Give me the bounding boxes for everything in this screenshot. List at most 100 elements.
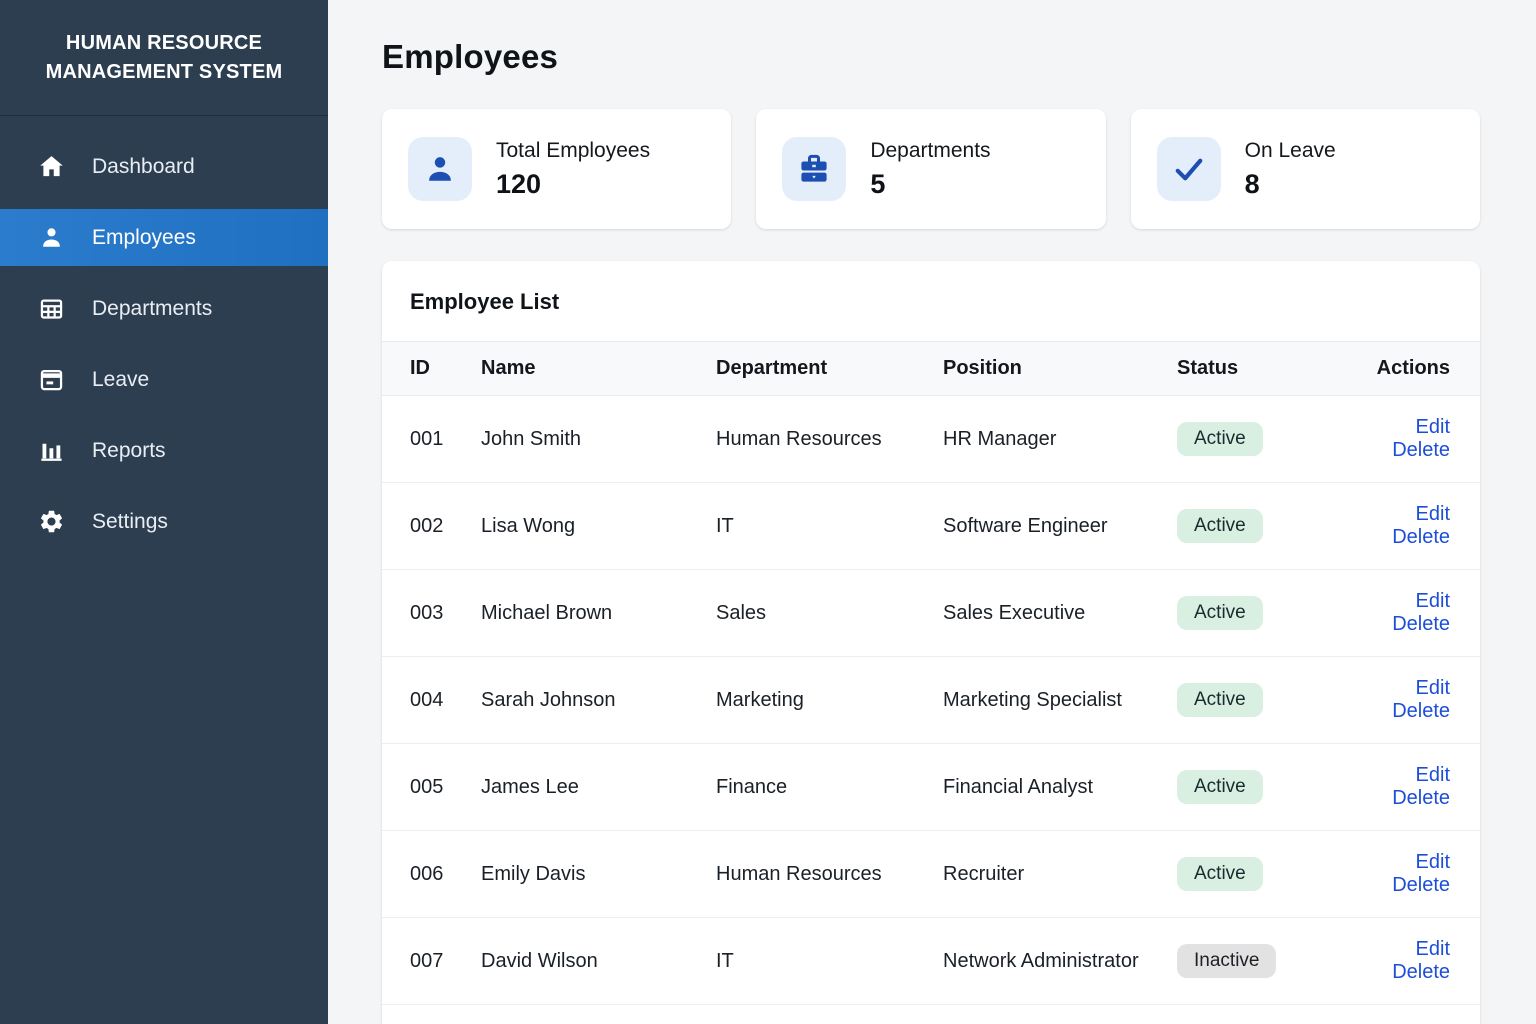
cell-department: Human Resources (716, 395, 943, 483)
delete-link[interactable]: Delete (1392, 613, 1450, 635)
status-badge: Active (1177, 857, 1263, 891)
cell-actions: Edit Delete (1368, 569, 1480, 657)
gear-icon (38, 508, 65, 535)
cell-id: 005 (382, 743, 481, 831)
sidebar-item-employees[interactable]: Employees (0, 209, 328, 266)
sidebar: HUMAN RESOURCE MANAGEMENT SYSTEM Dashboa… (0, 0, 328, 1024)
cell-status: Active (1177, 482, 1368, 570)
main-content: Employees Total Employees 120 Department… (328, 0, 1536, 1024)
cell-department: Project Manager (716, 1004, 943, 1024)
cell-name: Lisa Wong (481, 482, 716, 570)
delete-link[interactable]: Delete (1392, 874, 1450, 896)
employee-list-card: Employee List ID Name Department Positio… (382, 261, 1480, 1024)
page-title: Employees (382, 38, 559, 75)
column-header-name: Name (481, 341, 716, 396)
person-icon (408, 137, 472, 201)
cell-status: Active (1177, 569, 1368, 657)
sidebar-item-label: Leave (92, 367, 150, 391)
cell-actions: Edit Delete (1368, 917, 1480, 1005)
sidebar-item-label: Settings (92, 509, 168, 533)
sidebar-item-departments[interactable]: Departments (0, 280, 328, 337)
status-badge: Active (1177, 770, 1263, 804)
cell-name: James Lee (481, 743, 716, 831)
cell-id: 007 (382, 917, 481, 1005)
table-header-row: ID Name Department Position Status Actio… (382, 341, 1480, 396)
stat-value: 8 (1244, 168, 1260, 199)
cell-id: 004 (382, 656, 481, 744)
sidebar-item-label: Departments (92, 296, 213, 320)
sidebar-item-reports[interactable]: Reports (0, 422, 328, 479)
cell-department: IT (716, 482, 943, 570)
sidebar-item-settings[interactable]: Settings (0, 493, 328, 550)
delete-link[interactable]: Delete (1392, 700, 1450, 722)
stat-text: Total Employees 120 (496, 139, 650, 200)
edit-link[interactable]: Edit (1416, 503, 1450, 525)
column-header-actions: Actions (1368, 341, 1480, 396)
grid-icon (38, 295, 65, 322)
table-row: 006 Emily Davis Human Resources Recruite… (382, 830, 1480, 918)
edit-link[interactable]: Edit (1416, 590, 1450, 612)
sidebar-item-leave[interactable]: Leave (0, 351, 328, 408)
cell-id: 008 (382, 1004, 481, 1024)
person-icon (38, 224, 65, 251)
edit-link[interactable]: Edit (1416, 764, 1450, 786)
cell-name: Michael Brown (481, 569, 716, 657)
table-row: 002 Lisa Wong IT Software Engineer Activ… (382, 482, 1480, 570)
sidebar-item-label: Dashboard (92, 154, 195, 178)
cell-department: Sales (716, 569, 943, 657)
cell-position: HR Manager (943, 395, 1177, 483)
stat-card-total-employees: Total Employees 120 (382, 109, 732, 229)
column-header-id: ID (382, 341, 481, 396)
cell-department: IT (716, 917, 943, 1005)
cell-status: Active (1177, 1004, 1368, 1024)
delete-link[interactable]: Delete (1392, 439, 1450, 461)
table-row: 004 Sarah Johnson Marketing Marketing Sp… (382, 656, 1480, 744)
cell-status: Active (1177, 656, 1368, 744)
edit-link[interactable]: Edit (1416, 677, 1450, 699)
cell-id: 006 (382, 830, 481, 918)
edit-link[interactable]: Edit (1416, 851, 1450, 873)
cell-position: Project Manager (943, 1004, 1177, 1024)
cell-id: 002 (382, 482, 481, 570)
stat-value: 120 (496, 168, 542, 199)
cell-position: Marketing Specialist (943, 656, 1177, 744)
column-header-status: Status (1177, 341, 1368, 396)
stat-value: 5 (870, 168, 886, 199)
sidebar-item-label: Reports (92, 438, 166, 462)
stat-text: Departments 5 (870, 139, 990, 200)
cell-status: Active (1177, 743, 1368, 831)
cell-actions: Edit Delete (1368, 656, 1480, 744)
cell-status: Active (1177, 830, 1368, 918)
sidebar-header: HUMAN RESOURCE MANAGEMENT SYSTEM (0, 0, 328, 116)
cell-position: Financial Analyst (943, 743, 1177, 831)
cell-name: David Wilson (481, 917, 716, 1005)
table-row: 005 James Lee Finance Financial Analyst … (382, 743, 1480, 831)
stat-label: On Leave (1244, 138, 1336, 162)
status-badge: Active (1177, 422, 1263, 456)
cell-department: Human Resources (716, 830, 943, 918)
delete-link[interactable]: Delete (1392, 526, 1450, 548)
cell-name: Emma Taylor (481, 1004, 716, 1024)
cell-department: Finance (716, 743, 943, 831)
table-row: 001 John Smith Human Resources HR Manage… (382, 395, 1480, 483)
stat-text: On Leave 8 (1245, 139, 1336, 200)
delete-link[interactable]: Delete (1392, 787, 1450, 809)
briefcase-icon (782, 137, 847, 201)
sidebar-item-dashboard[interactable]: Dashboard (0, 138, 328, 195)
column-header-department: Department (716, 341, 943, 396)
employee-table-body: 001 John Smith Human Resources HR Manage… (382, 395, 1480, 1024)
cell-status: Active (1177, 395, 1368, 483)
column-header-position: Position (943, 341, 1177, 396)
cell-name: Emily Davis (481, 830, 716, 918)
cell-position: Sales Executive (943, 569, 1177, 657)
edit-link[interactable]: Edit (1416, 938, 1450, 960)
bar-chart-icon (38, 437, 65, 464)
cell-actions: Edit Delete (1368, 830, 1480, 918)
edit-link[interactable]: Edit (1416, 416, 1450, 438)
stat-card-on-leave: On Leave 8 (1130, 109, 1480, 229)
cell-position: Network Administrator (943, 917, 1177, 1005)
calendar-icon (38, 366, 65, 393)
delete-link[interactable]: Delete (1392, 961, 1450, 983)
cell-position: Recruiter (943, 830, 1177, 918)
status-badge: Active (1177, 509, 1263, 543)
